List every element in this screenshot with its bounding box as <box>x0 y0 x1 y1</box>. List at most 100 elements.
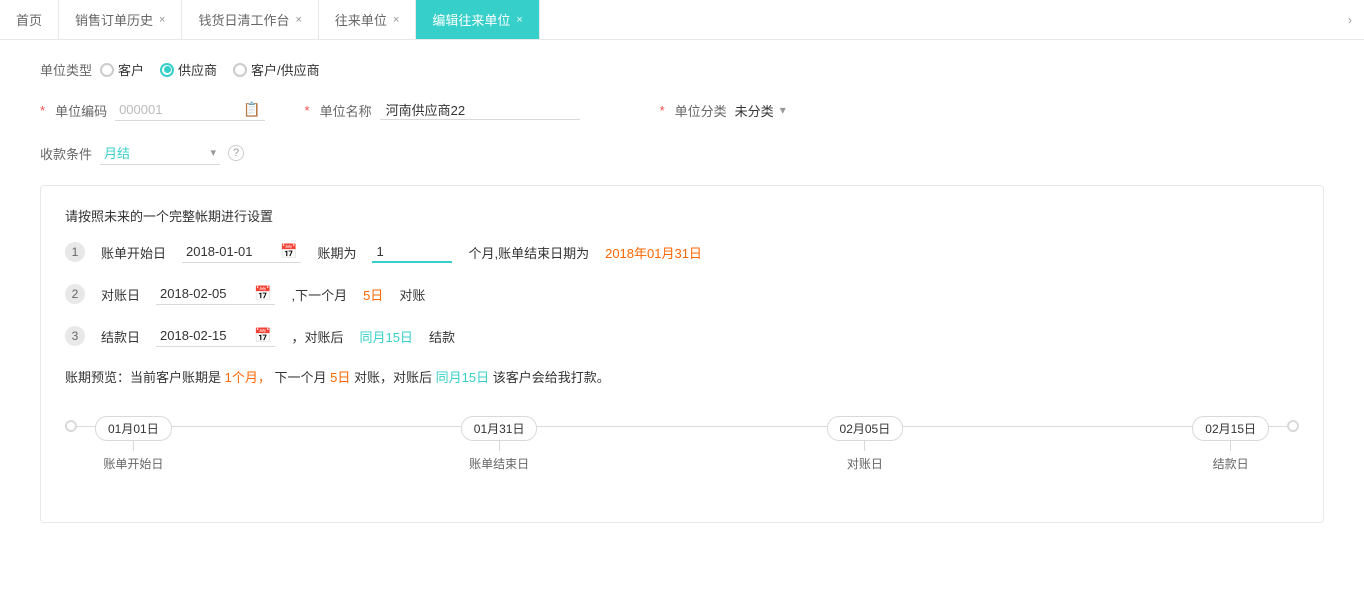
node-label-0: 账单开始日 <box>103 455 163 472</box>
step-3-desc-suffix: 结款 <box>429 327 455 346</box>
preview-middle2: 对账，对账后 <box>354 370 432 385</box>
main-content: 单位类型 客户 供应商 客户/供应商 * 单位编码 <box>0 40 1364 608</box>
node-connector-1 <box>499 441 500 451</box>
unit-name-label: 单位名称 <box>320 101 372 120</box>
calendar-icon[interactable]: 📅 <box>280 243 297 260</box>
chevron-down-icon: ▾ <box>210 146 216 159</box>
timeline-nodes: 01月01日 账单开始日 01月31日 账单结束日 02月05日 对账日 02月… <box>65 416 1299 472</box>
payment-terms-label: 收款条件 <box>40 144 92 163</box>
preview-row: 账期预览：当前客户账期是 1个月， 下一个月 5日 对账，对账后 同月15日 该… <box>65 367 1299 386</box>
step-3-date-input: 📅 <box>156 325 275 347</box>
step-3-label: 结款日 <box>101 327 140 346</box>
radio-customer-supplier-label: 客户/供应商 <box>251 60 320 79</box>
timeline-node-3: 02月15日 结款日 <box>1192 416 1269 472</box>
step-1-row: 1 账单开始日 📅 账期为 个月,账单结束日期为 2018年01月31日 <box>65 241 1299 263</box>
preview-orange1: 1个月， <box>225 370 271 385</box>
tab-label: 销售订单历史 <box>75 10 153 29</box>
calendar-icon[interactable]: 📅 <box>254 285 271 302</box>
close-icon[interactable]: × <box>516 14 522 26</box>
node-date-0: 01月01日 <box>95 416 172 441</box>
close-icon[interactable]: × <box>159 14 165 26</box>
step-3-row: 3 结款日 📅 ，对账后 同月15日 结款 <box>65 325 1299 347</box>
radio-customer[interactable]: 客户 <box>100 60 144 79</box>
radio-circle-customer-supplier <box>233 63 247 77</box>
tab-label: 往来单位 <box>335 10 387 29</box>
step-2-highlight: 5日 <box>363 285 383 304</box>
unit-name-input[interactable] <box>380 100 580 120</box>
unit-type-label: 单位类型 <box>40 60 92 79</box>
step-1-date-field[interactable] <box>186 244 276 259</box>
step-2-desc-suffix: 对账 <box>399 285 425 304</box>
unit-classify-group: * 单位分类 未分类 ▾ <box>660 101 786 120</box>
preview-green: 同月15日 <box>436 370 489 385</box>
unit-info-row: * 单位编码 📋 * 单位名称 * 单位分类 未分类 ▾ <box>40 99 1324 121</box>
tab-sales-order-history[interactable]: 销售订单历史 × <box>59 0 182 39</box>
tab-scroll-right-icon[interactable]: › <box>1336 13 1364 27</box>
step-2-date-field[interactable] <box>160 286 250 301</box>
tab-counterparty[interactable]: 往来单位 × <box>319 0 416 39</box>
required-star: * <box>305 103 310 118</box>
required-star: * <box>40 103 45 118</box>
billing-cycle-section: 请按照未来的一个完整帐期进行设置 1 账单开始日 📅 账期为 个月,账单结束日期… <box>40 185 1324 523</box>
step-2-number: 2 <box>65 284 85 304</box>
unit-type-group: 单位类型 客户 供应商 客户/供应商 <box>40 60 320 79</box>
node-label-1: 账单结束日 <box>469 455 529 472</box>
step-2-row: 2 对账日 📅 ,下一个月 5日 对账 <box>65 283 1299 305</box>
step-1-period-input[interactable] <box>372 242 452 263</box>
timeline-node-1: 01月31日 账单结束日 <box>461 416 538 472</box>
radio-group-unit-type: 客户 供应商 客户/供应商 <box>100 60 320 79</box>
chevron-down-icon: ▾ <box>780 103 786 117</box>
calendar-icon[interactable]: 📅 <box>254 327 271 344</box>
node-date-2: 02月05日 <box>827 416 904 441</box>
node-date-3: 02月15日 <box>1192 416 1269 441</box>
timeline-node-2: 02月05日 对账日 <box>827 416 904 472</box>
step-3-highlight: 同月15日 <box>359 327 412 346</box>
help-icon[interactable]: ? <box>228 145 244 161</box>
step-3-desc-prefix: ，对账后 <box>291 327 343 346</box>
unit-type-row: 单位类型 客户 供应商 客户/供应商 <box>40 60 1324 79</box>
timeline: 01月01日 账单开始日 01月31日 账单结束日 02月05日 对账日 02月… <box>65 406 1299 502</box>
step-3-number: 3 <box>65 326 85 346</box>
close-icon[interactable]: × <box>393 14 399 26</box>
radio-customer-supplier[interactable]: 客户/供应商 <box>233 60 320 79</box>
unit-code-input[interactable] <box>119 102 239 117</box>
node-connector-3 <box>1230 441 1231 451</box>
tabs-bar: 首页 销售订单历史 × 钱货日清工作台 × 往来单位 × 编辑往来单位 × › <box>0 0 1364 40</box>
node-label-2: 对账日 <box>847 455 883 472</box>
unit-code-input-wrapper: 📋 <box>115 99 264 121</box>
payment-terms-select[interactable]: 月结 ▾ <box>100 141 220 165</box>
radio-circle-supplier <box>160 63 174 77</box>
unit-classify-select[interactable]: 未分类 ▾ <box>735 101 786 120</box>
preview-suffix: 该客户会给我打款。 <box>493 370 610 385</box>
tab-home[interactable]: 首页 <box>0 0 59 39</box>
tab-home-label: 首页 <box>16 10 42 29</box>
unit-classify-value: 未分类 <box>735 101 774 120</box>
node-connector-0 <box>133 441 134 451</box>
radio-circle-customer <box>100 63 114 77</box>
unit-name-group: * 单位名称 <box>305 100 580 120</box>
payment-terms-group: 收款条件 月结 ▾ ? <box>40 141 244 165</box>
step-3-date-field[interactable] <box>160 328 250 343</box>
timeline-node-0: 01月01日 账单开始日 <box>95 416 172 472</box>
preview-middle: 下一个月 <box>275 370 327 385</box>
radio-supplier[interactable]: 供应商 <box>160 60 217 79</box>
copy-icon[interactable]: 📋 <box>243 101 260 118</box>
step-2-desc-prefix: ,下一个月 <box>291 285 347 304</box>
step-2-date-input: 📅 <box>156 283 275 305</box>
tab-cash-flow-workbench[interactable]: 钱货日清工作台 × <box>182 0 318 39</box>
tab-edit-counterparty[interactable]: 编辑往来单位 × <box>416 0 539 39</box>
node-date-1: 01月31日 <box>461 416 538 441</box>
step-1-label: 账单开始日 <box>101 243 166 262</box>
payment-terms-value: 月结 <box>104 143 206 162</box>
preview-orange2: 5日 <box>330 370 350 385</box>
tab-label: 编辑往来单位 <box>432 10 510 29</box>
node-label-3: 结款日 <box>1213 455 1249 472</box>
required-star: * <box>660 103 665 118</box>
close-icon[interactable]: × <box>295 14 301 26</box>
unit-code-group: * 单位编码 📋 <box>40 99 265 121</box>
step-1-date-input: 📅 <box>182 241 301 263</box>
radio-customer-label: 客户 <box>118 60 144 79</box>
preview-label: 账期预览：当前客户账期是 <box>65 370 221 385</box>
step-1-period-unit: 个月,账单结束日期为 <box>468 243 589 262</box>
unit-classify-label: 单位分类 <box>675 101 727 120</box>
